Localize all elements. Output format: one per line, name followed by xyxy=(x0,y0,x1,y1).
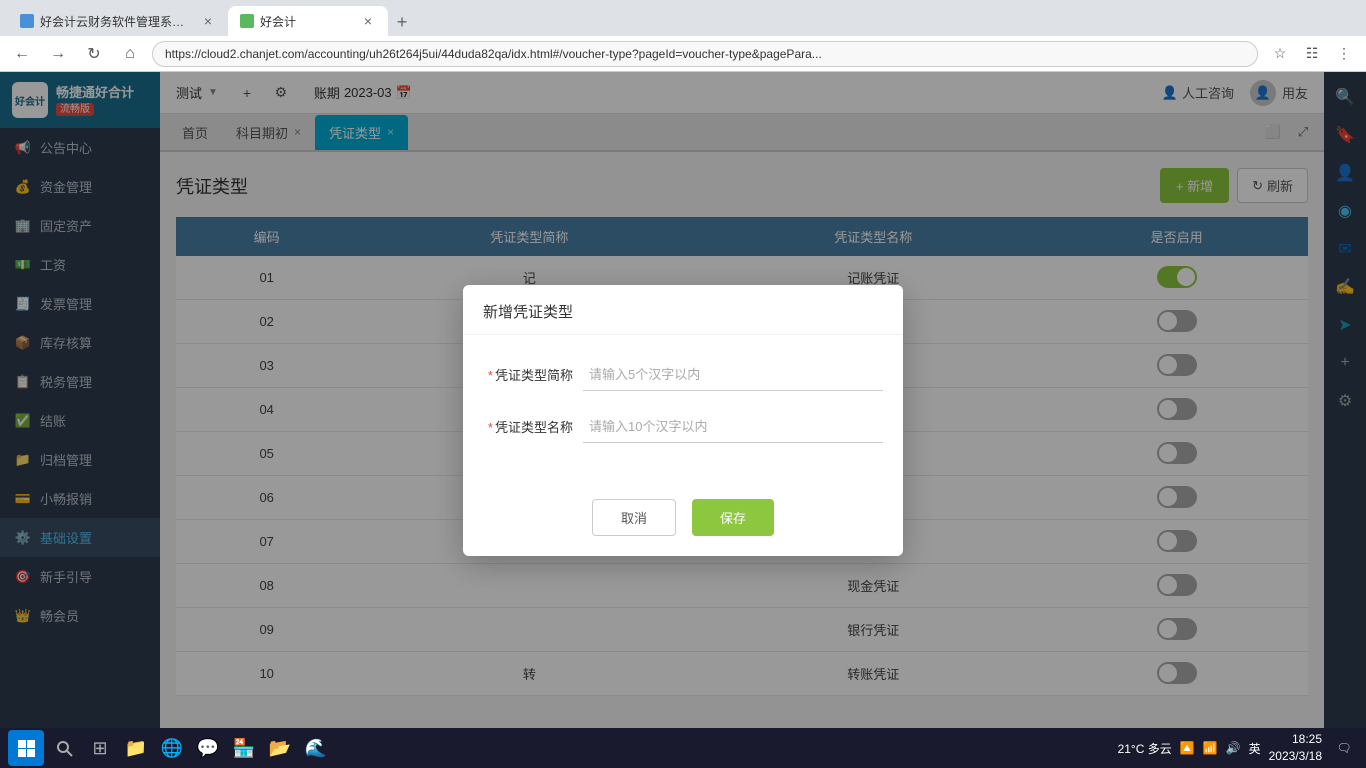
new-tab-button[interactable]: + xyxy=(388,8,416,36)
tab1-label: 好会计云财务软件管理系统_会计 xyxy=(40,13,194,30)
address-input[interactable] xyxy=(152,41,1258,67)
browser-actions: ☆ ☷ ⋮ xyxy=(1266,40,1358,68)
notification-button[interactable]: 🗨 xyxy=(1330,734,1358,762)
taskbar-arrow-icon: 🔼 xyxy=(1180,741,1195,755)
browser-tab-1[interactable]: 好会计云财务软件管理系统_会计 × xyxy=(8,6,228,36)
abbr-required-mark: * xyxy=(488,368,493,383)
name-required-mark: * xyxy=(488,420,493,435)
taskbar-weather: 21°C 多云 xyxy=(1118,740,1172,757)
taskbar-explorer-icon[interactable]: 📁 xyxy=(120,732,152,764)
taskbar-chrome-icon[interactable]: 🌐 xyxy=(156,732,188,764)
taskbar-sound-icon: 🔊 xyxy=(1226,741,1241,755)
dialog: 新增凭证类型 *凭证类型简称 *凭证类型名称 取消 保存 xyxy=(463,285,903,556)
bookmark-star-icon[interactable]: ☆ xyxy=(1266,40,1294,68)
forward-button[interactable]: → xyxy=(44,40,72,68)
start-button[interactable] xyxy=(8,730,44,766)
taskbar-view-icon[interactable]: ⊞ xyxy=(84,732,116,764)
address-bar: ← → ↻ ⌂ ☆ ☷ ⋮ xyxy=(0,36,1366,72)
taskbar-signal-icon: 📶 xyxy=(1203,741,1218,755)
tab-bar: 好会计云财务软件管理系统_会计 × 好会计 × + xyxy=(0,0,1366,36)
form-row-abbr: *凭证类型简称 xyxy=(483,359,883,391)
tab2-label: 好会计 xyxy=(260,13,354,30)
save-button[interactable]: 保存 xyxy=(692,499,774,536)
dialog-body: *凭证类型简称 *凭证类型名称 xyxy=(463,335,903,487)
name-label: *凭证类型名称 xyxy=(483,417,583,436)
back-button[interactable]: ← xyxy=(8,40,36,68)
time-display: 18:25 xyxy=(1269,731,1322,748)
refresh-nav-button[interactable]: ↻ xyxy=(80,40,108,68)
tab1-close[interactable]: × xyxy=(200,13,216,29)
cancel-button[interactable]: 取消 xyxy=(592,499,676,536)
extensions-icon[interactable]: ☷ xyxy=(1298,40,1326,68)
taskbar-wechat-icon[interactable]: 💬 xyxy=(192,732,224,764)
home-nav-button[interactable]: ⌂ xyxy=(116,40,144,68)
tab2-favicon xyxy=(240,14,254,28)
abbr-input[interactable] xyxy=(583,359,883,391)
taskbar-edge-icon[interactable]: 🌊 xyxy=(300,732,332,764)
browser-tab-2[interactable]: 好会计 × xyxy=(228,6,388,36)
taskbar-right: 21°C 多云 🔼 📶 🔊 英 18:25 2023/3/18 🗨 xyxy=(1118,731,1358,765)
browser-chrome: 好会计云财务软件管理系统_会计 × 好会计 × + ← → ↻ ⌂ ☆ ☷ ⋮ xyxy=(0,0,1366,72)
tab2-close[interactable]: × xyxy=(360,13,376,29)
form-row-name: *凭证类型名称 xyxy=(483,411,883,443)
abbr-label: *凭证类型简称 xyxy=(483,365,583,384)
modal-overlay[interactable]: 新增凭证类型 *凭证类型简称 *凭证类型名称 取消 保存 xyxy=(0,72,1366,768)
dialog-title: 新增凭证类型 xyxy=(483,304,573,321)
taskbar-language: 英 xyxy=(1249,740,1261,757)
settings-dots-icon[interactable]: ⋮ xyxy=(1330,40,1358,68)
dialog-header: 新增凭证类型 xyxy=(463,285,903,335)
taskbar-store-icon[interactable]: 🏪 xyxy=(228,732,260,764)
taskbar: ⊞ 📁 🌐 💬 🏪 📂 🌊 21°C 多云 🔼 📶 🔊 英 18:25 2023… xyxy=(0,728,1366,768)
tab1-favicon xyxy=(20,14,34,28)
taskbar-search-icon[interactable] xyxy=(48,732,80,764)
taskbar-time: 18:25 2023/3/18 xyxy=(1269,731,1322,765)
name-input[interactable] xyxy=(583,411,883,443)
dialog-footer: 取消 保存 xyxy=(463,487,903,556)
taskbar-files-icon[interactable]: 📂 xyxy=(264,732,296,764)
date-display: 2023/3/18 xyxy=(1269,748,1322,765)
